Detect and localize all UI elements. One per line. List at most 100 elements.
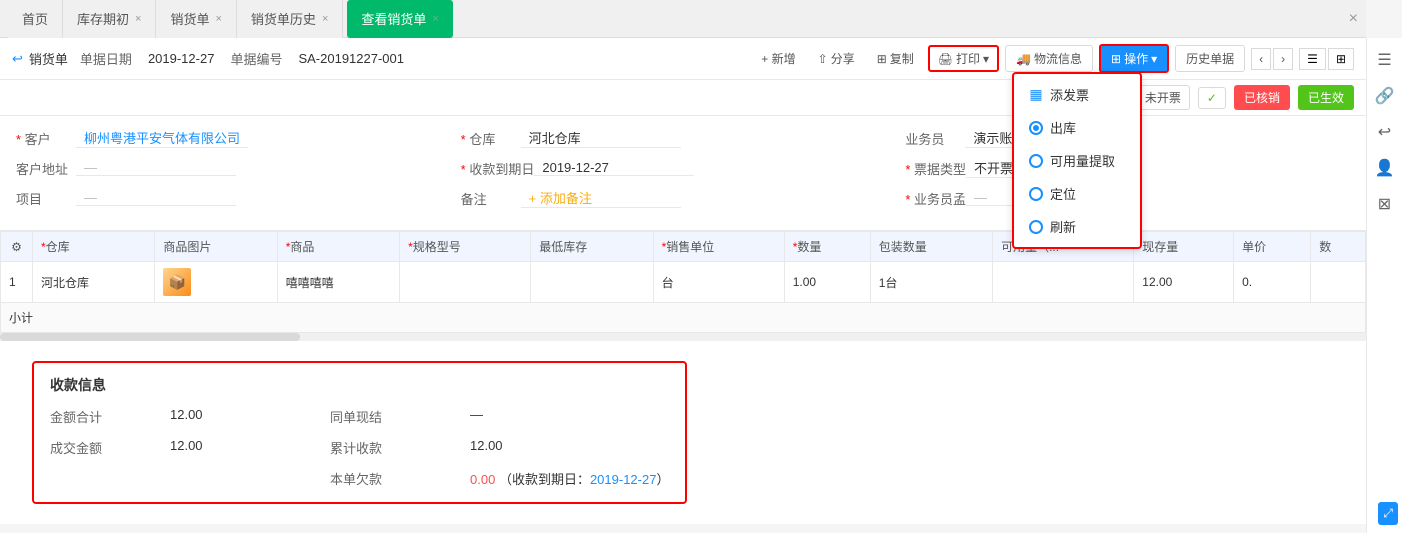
row-unit-price: 0.	[1234, 262, 1311, 303]
copy-label: 复制	[890, 50, 914, 67]
col-spec: *规格型号	[400, 232, 531, 262]
sidebar-icon-menu[interactable]: ☰	[1373, 46, 1395, 74]
table-row: 1 河北仓库 📦 嘻嘻嘻嘻 台 1.00 1台	[1, 262, 1366, 303]
table-header-row: ⚙ *仓库 商品图片 *商品 *规格型号 最低库存 *销售单位 *数量 包装数量…	[1, 232, 1366, 262]
logistics-label: 物流信息	[1034, 50, 1082, 67]
row-current-stock: 12.00	[1134, 262, 1234, 303]
close-tab-sales-history[interactable]: ×	[322, 13, 328, 25]
effective-label: 已生效	[1308, 91, 1344, 105]
sidebar-icon-table[interactable]: ⊠	[1374, 190, 1395, 218]
list-view-button[interactable]: ☰	[1299, 48, 1326, 70]
warehouse-label: 仓库	[461, 129, 521, 148]
address-label: 客户地址	[16, 159, 76, 178]
print-label: 打印	[956, 50, 980, 67]
tab-home[interactable]: 首页	[8, 0, 63, 38]
row-min-stock	[531, 262, 653, 303]
next-button[interactable]: ›	[1273, 48, 1293, 70]
row-index: 1	[1, 262, 33, 303]
sidebar-icon-link[interactable]: 🔗	[1371, 82, 1399, 110]
confirm-button[interactable]: ✓	[1198, 87, 1226, 109]
table-scroll-thumb[interactable]	[0, 333, 300, 341]
address-value: —	[76, 160, 236, 176]
payment-grid: 金额合计 12.00 同单现结 — 成交金额 12.00 累计收款 12.00 …	[50, 405, 669, 490]
col-warehouse: *仓库	[33, 232, 155, 262]
doc-meta: 单据日期 2019-12-27 单据编号 SA-20191227-001	[80, 49, 741, 68]
payment-date-value: 2019-12-27	[534, 160, 694, 176]
tab-inventory[interactable]: 库存期初 ×	[63, 0, 156, 38]
warehouse-field: 仓库 河北仓库	[461, 128, 906, 148]
col-current-stock: 现存量	[1134, 232, 1234, 262]
doc-type-label: 销货单	[29, 49, 68, 68]
cancelled-button[interactable]: 已核销	[1234, 85, 1290, 110]
col-unit-price: 单价	[1234, 232, 1311, 262]
effective-button[interactable]: 已生效	[1298, 85, 1354, 110]
sidebar-icon-reply[interactable]: ↩	[1374, 118, 1395, 146]
tab-view-sales[interactable]: 查看销货单 ×	[347, 0, 452, 38]
row-product: 嘻嘻嘻嘻	[277, 262, 399, 303]
menu-item-outbound[interactable]: 出库	[1014, 111, 1140, 144]
due-date: 2019-12-27	[590, 472, 657, 487]
close-tab-sales[interactable]: ×	[215, 13, 221, 25]
copy-button[interactable]: ⊞ 复制	[869, 47, 922, 70]
share-label: 分享	[831, 50, 855, 67]
locate-icon	[1028, 186, 1044, 202]
print-dropdown-icon: ▾	[983, 52, 989, 66]
same-order-value: —	[470, 405, 669, 428]
menu-item-available-qty[interactable]: 可用量提取	[1014, 144, 1140, 177]
due-note: （收款到期日：	[499, 472, 590, 487]
date-value: 2019-12-27	[148, 51, 215, 66]
note-add[interactable]: + 添加备注	[521, 188, 681, 208]
toolbar-actions: + 新增 ⇧ 分享 ⊞ 复制 🖨 打印 ▾ 🚚 物流信息	[753, 44, 1354, 73]
subtotal-row: 小计	[1, 303, 1366, 333]
table-scroll-bar[interactable]	[0, 333, 1366, 341]
close-tab-inventory[interactable]: ×	[135, 13, 141, 25]
outbound-label: 出库	[1050, 118, 1076, 137]
col-gear: ⚙	[1, 232, 33, 262]
employee-label: 业务员	[905, 129, 965, 148]
payment-box: 收款信息 金额合计 12.00 同单现结 — 成交金额 12.00 累计收款 1…	[32, 361, 687, 504]
number-label: 单据编号	[230, 49, 282, 68]
history-label: 历史单据	[1186, 52, 1234, 66]
grid-view-button[interactable]: ⊞	[1328, 48, 1354, 70]
row-spec	[400, 262, 531, 303]
operation-button[interactable]: ⊞ 操作 ▾	[1099, 44, 1169, 73]
logistics-icon: 🚚	[1016, 52, 1031, 66]
view-icons: ☰ ⊞	[1299, 48, 1354, 70]
total-amount-value: 12.00	[170, 405, 330, 428]
new-button[interactable]: + 新增	[753, 47, 803, 70]
same-order-label: 同单现结	[330, 405, 470, 428]
payment-date-field: 收款到期日 2019-12-27	[461, 159, 906, 178]
menu-item-add-invoice[interactable]: ▦ 添发票	[1014, 78, 1140, 111]
col-unit: *销售单位	[653, 232, 784, 262]
tab-sales-history[interactable]: 销货单历史 ×	[237, 0, 343, 38]
menu-item-locate[interactable]: 定位	[1014, 177, 1140, 210]
share-button[interactable]: ⇧ 分享	[810, 47, 863, 70]
close-tab-view-sales[interactable]: ×	[432, 13, 438, 25]
sidebar-expand-button[interactable]: ⤢	[1378, 502, 1398, 525]
doc-type-icon: ↩	[12, 51, 23, 67]
prev-button[interactable]: ‹	[1251, 48, 1271, 70]
new-label: + 新增	[761, 50, 795, 67]
form-row-1: 客户 柳州粤港平安气体有限公司 仓库 河北仓库 业务员 演示账号	[16, 128, 1350, 148]
accumulated-payment-value: 12.00	[470, 436, 669, 459]
col-product-img: 商品图片	[155, 232, 277, 262]
main-content: ↩ 销货单 单据日期 2019-12-27 单据编号 SA-20191227-0…	[0, 38, 1366, 524]
sidebar-icon-user[interactable]: 👤	[1371, 154, 1399, 182]
data-table: ⚙ *仓库 商品图片 *商品 *规格型号 最低库存 *销售单位 *数量 包装数量…	[0, 231, 1366, 333]
current-due-row: 0.00 （收款到期日：2019-12-27）	[470, 467, 669, 490]
menu-item-refresh[interactable]: 刷新	[1014, 210, 1140, 243]
form-area: 客户 柳州粤港平安气体有限公司 仓库 河北仓库 业务员 演示账号 客户地址 —	[0, 116, 1366, 231]
accumulated-payment-label: 累计收款	[330, 436, 470, 459]
address-field: 客户地址 —	[16, 159, 461, 178]
tab-sales[interactable]: 销货单 ×	[156, 0, 236, 38]
print-button[interactable]: 🖨 打印 ▾	[928, 45, 999, 72]
logistics-button[interactable]: 🚚 物流信息	[1005, 45, 1093, 72]
history-button[interactable]: 历史单据	[1175, 45, 1245, 72]
customer-value[interactable]: 柳州粤港平安气体有限公司	[76, 128, 248, 148]
note-label: 备注	[461, 189, 521, 208]
payment-section: 收款信息 金额合计 12.00 同单现结 — 成交金额 12.00 累计收款 1…	[0, 341, 1366, 524]
col-min-stock: 最低库存	[531, 232, 653, 262]
window-close-button[interactable]: ×	[1349, 10, 1358, 28]
outbound-icon	[1028, 120, 1044, 136]
copy-icon: ⊞	[877, 52, 887, 66]
